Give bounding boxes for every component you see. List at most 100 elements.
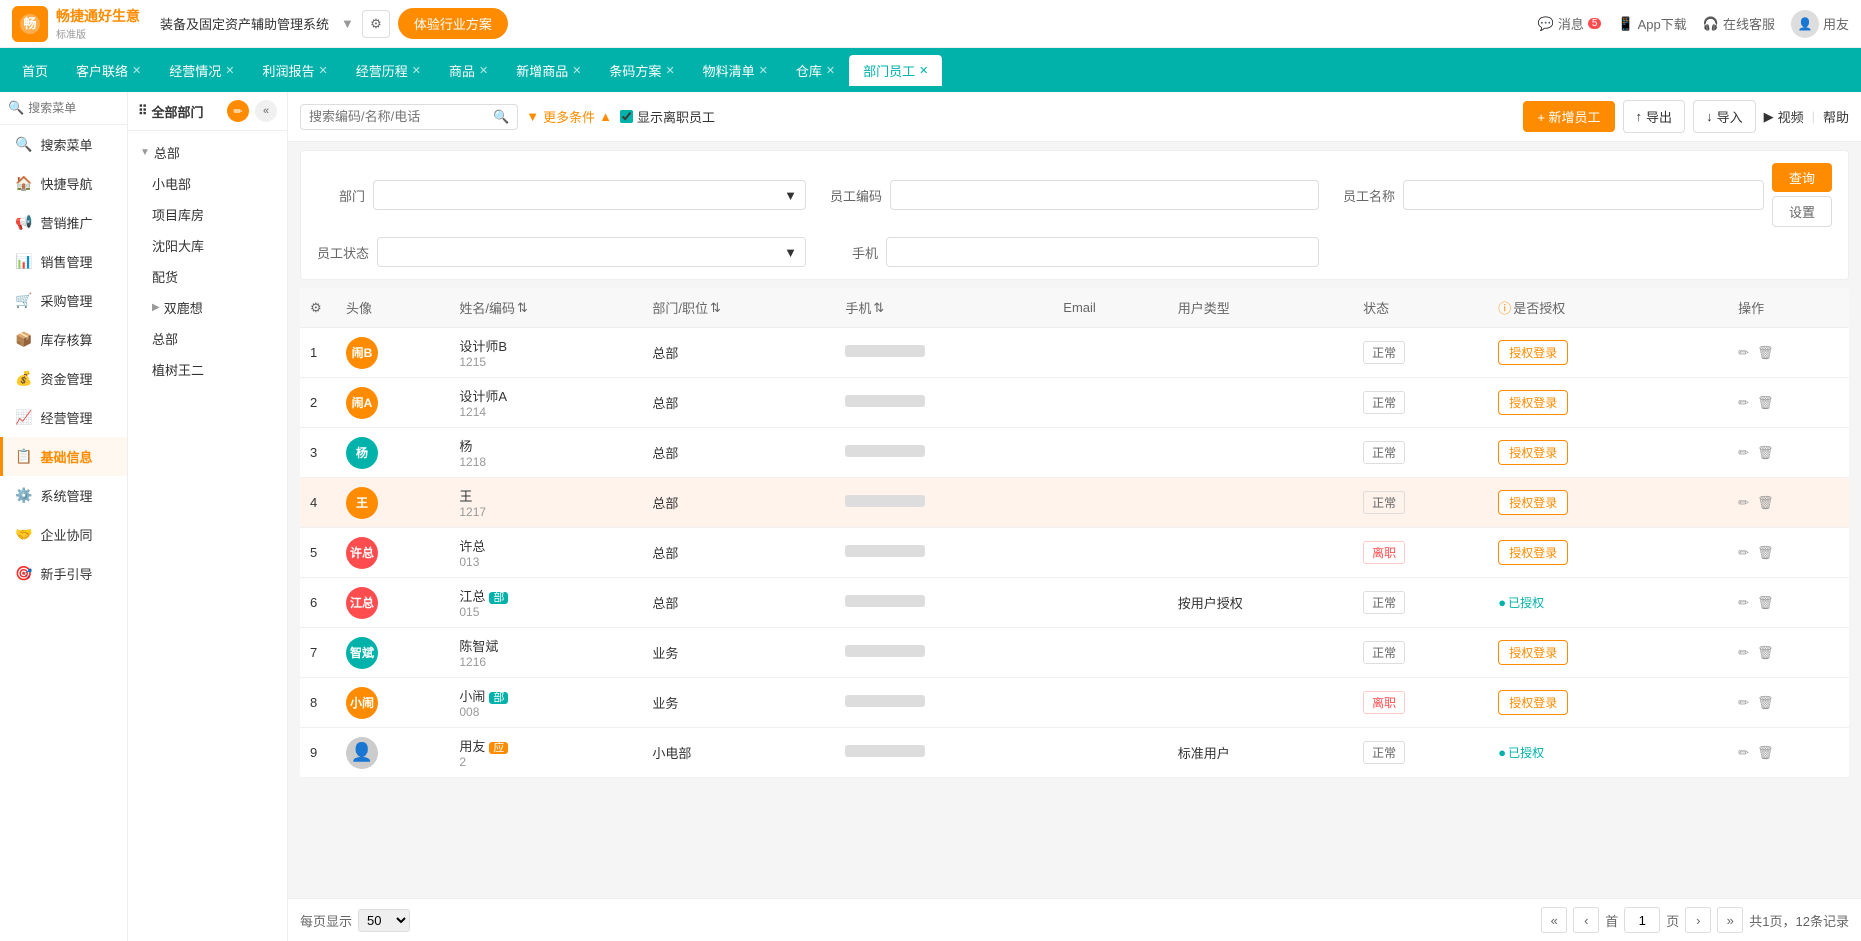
tab-close-icon[interactable]: ✕ — [826, 64, 835, 77]
tab-close-icon[interactable]: ✕ — [665, 64, 674, 77]
nav-tab-首页[interactable]: 首页 — [8, 55, 62, 86]
th-phone[interactable]: 手机 ⇅ — [835, 288, 1053, 328]
delete-icon[interactable]: 🗑 — [1757, 445, 1774, 461]
edit-icon[interactable]: ✏ — [1738, 595, 1749, 611]
nav-tab-物料清单[interactable]: 物料清单 ✕ — [689, 55, 782, 86]
sidebar-item-operation[interactable]: 📈经营管理 — [0, 398, 127, 437]
delete-icon[interactable]: 🗑 — [1757, 545, 1774, 561]
edit-icon[interactable]: ✏ — [1738, 395, 1749, 411]
delete-icon[interactable]: 🗑 — [1757, 695, 1774, 711]
sidebar-search-input[interactable] — [28, 101, 128, 115]
auth-login-btn[interactable]: 授权登录 — [1498, 690, 1568, 715]
auth-login-btn[interactable]: 授权登录 — [1498, 340, 1568, 365]
sidebar-item-guide[interactable]: 🎯新手引导 — [0, 554, 127, 593]
dept-collapse-btn[interactable]: « — [255, 100, 277, 122]
sidebar-item-search[interactable]: 🔍搜索菜单 — [0, 125, 127, 164]
status-filter-input[interactable]: ▼ — [377, 237, 806, 267]
delete-icon[interactable]: 🗑 — [1757, 345, 1774, 361]
sidebar-item-basic[interactable]: 📋基础信息 — [0, 437, 127, 476]
tab-close-icon[interactable]: ✕ — [919, 64, 928, 77]
auth-login-btn[interactable]: 授权登录 — [1498, 390, 1568, 415]
delete-icon[interactable]: 🗑 — [1757, 495, 1774, 511]
nav-tab-新增商品[interactable]: 新增商品 ✕ — [502, 55, 595, 86]
more-filter-btn[interactable]: ▼ 更多条件 ▲ — [526, 107, 612, 126]
next-page-btn[interactable]: › — [1685, 907, 1711, 933]
app-download-item[interactable]: 📱 App下载 — [1617, 14, 1686, 33]
edit-icon[interactable]: ✏ — [1738, 545, 1749, 561]
empname-input[interactable] — [1403, 180, 1764, 210]
edit-icon[interactable]: ✏ — [1738, 345, 1749, 361]
page-input[interactable] — [1624, 907, 1660, 933]
tab-close-icon[interactable]: ✕ — [412, 64, 421, 77]
auth-login-btn[interactable]: 授权登录 — [1498, 540, 1568, 565]
set-button[interactable]: 设置 — [1772, 196, 1832, 227]
trial-button[interactable]: 体验行业方案 — [398, 8, 508, 39]
nav-tab-经营情况[interactable]: 经营情况 ✕ — [155, 55, 248, 86]
delete-icon[interactable]: 🗑 — [1757, 395, 1774, 411]
dept-node-项目库房[interactable]: 项目库房 — [128, 199, 287, 230]
tab-close-icon[interactable]: ✕ — [479, 64, 488, 77]
prev-page-btn[interactable]: ‹ — [1573, 907, 1599, 933]
search-button[interactable]: 查询 — [1772, 163, 1832, 192]
dept-node-配货[interactable]: 配货 — [128, 261, 287, 292]
nav-tab-部门员工[interactable]: 部门员工 ✕ — [849, 55, 942, 86]
edit-icon[interactable]: ✏ — [1738, 445, 1749, 461]
export-button[interactable]: ↑ 导出 — [1623, 100, 1686, 133]
show-resigned-checkbox[interactable] — [620, 110, 633, 123]
sidebar-item-marketing[interactable]: 📢营销推广 — [0, 203, 127, 242]
tab-close-icon[interactable]: ✕ — [132, 64, 141, 77]
view-button[interactable]: ▶ 视频 — [1764, 107, 1804, 126]
th-auth[interactable]: ⓘ是否授权 — [1488, 288, 1684, 328]
sys-dropdown-icon[interactable]: ▼ — [341, 16, 354, 31]
edit-icon[interactable]: ✏ — [1738, 745, 1749, 761]
first-page-btn[interactable]: « — [1541, 907, 1567, 933]
dept-node-植树王二[interactable]: 植树王二 — [128, 354, 287, 385]
th-settings[interactable]: ⚙ — [300, 288, 336, 328]
user-item[interactable]: 👤 用友 — [1791, 10, 1849, 38]
nav-tab-条码方案[interactable]: 条码方案 ✕ — [595, 55, 688, 86]
dept-node-总部[interactable]: ▼总部 — [128, 137, 287, 168]
help-button[interactable]: 帮助 — [1823, 107, 1849, 126]
dept-edit-btn[interactable]: ✏ — [227, 100, 249, 122]
show-resigned-label[interactable]: 显示离职员工 — [620, 107, 715, 126]
tab-close-icon[interactable]: ✕ — [225, 64, 234, 77]
dept-node-沈阳大库[interactable]: 沈阳大库 — [128, 230, 287, 261]
nav-tab-利润报告[interactable]: 利润报告 ✕ — [248, 55, 341, 86]
tab-close-icon[interactable]: ✕ — [319, 64, 328, 77]
delete-icon[interactable]: 🗑 — [1757, 595, 1774, 611]
sidebar-item-purchase[interactable]: 🛒采购管理 — [0, 281, 127, 320]
online-service-item[interactable]: 🎧 在线客服 — [1703, 14, 1775, 33]
empcode-input[interactable] — [890, 180, 1319, 210]
sidebar-item-quicknav[interactable]: 🏠快捷导航 — [0, 164, 127, 203]
nav-tab-商品[interactable]: 商品 ✕ — [435, 55, 502, 86]
th-name[interactable]: 姓名/编码 ⇅ — [449, 288, 642, 328]
tab-close-icon[interactable]: ✕ — [759, 64, 768, 77]
gear-button[interactable]: ⚙ — [362, 10, 390, 38]
th-dept[interactable]: 部门/职位 ⇅ — [642, 288, 835, 328]
nav-tab-客户联络[interactable]: 客户联络 ✕ — [62, 55, 155, 86]
dept-node-总部[interactable]: 总部 — [128, 323, 287, 354]
message-item[interactable]: 💬 消息 5 — [1538, 14, 1602, 33]
search-input[interactable] — [309, 109, 489, 124]
delete-icon[interactable]: 🗑 — [1757, 645, 1774, 661]
dept-node-双鹿想[interactable]: ▶双鹿想 — [128, 292, 287, 323]
edit-icon[interactable]: ✏ — [1738, 695, 1749, 711]
add-employee-button[interactable]: + 新增员工 — [1523, 101, 1614, 132]
delete-icon[interactable]: 🗑 — [1757, 745, 1774, 761]
nav-tab-经营历程[interactable]: 经营历程 ✕ — [342, 55, 435, 86]
dept-node-小电部[interactable]: 小电部 — [128, 168, 287, 199]
auth-login-btn[interactable]: 授权登录 — [1498, 490, 1568, 515]
per-page-select[interactable]: 50 100 200 — [358, 909, 410, 932]
auth-login-btn[interactable]: 授权登录 — [1498, 440, 1568, 465]
tab-close-icon[interactable]: ✕ — [572, 64, 581, 77]
last-page-btn[interactable]: » — [1717, 907, 1743, 933]
auth-login-btn[interactable]: 授权登录 — [1498, 640, 1568, 665]
phone-input[interactable] — [886, 237, 1319, 267]
sidebar-item-finance[interactable]: 💰资金管理 — [0, 359, 127, 398]
import-button[interactable]: ↓ 导入 — [1693, 100, 1756, 133]
nav-tab-仓库[interactable]: 仓库 ✕ — [782, 55, 849, 86]
edit-icon[interactable]: ✏ — [1738, 495, 1749, 511]
sidebar-item-system[interactable]: ⚙️系统管理 — [0, 476, 127, 515]
search-icon[interactable]: 🔍 — [493, 109, 509, 125]
sidebar-item-sales[interactable]: 📊销售管理 — [0, 242, 127, 281]
